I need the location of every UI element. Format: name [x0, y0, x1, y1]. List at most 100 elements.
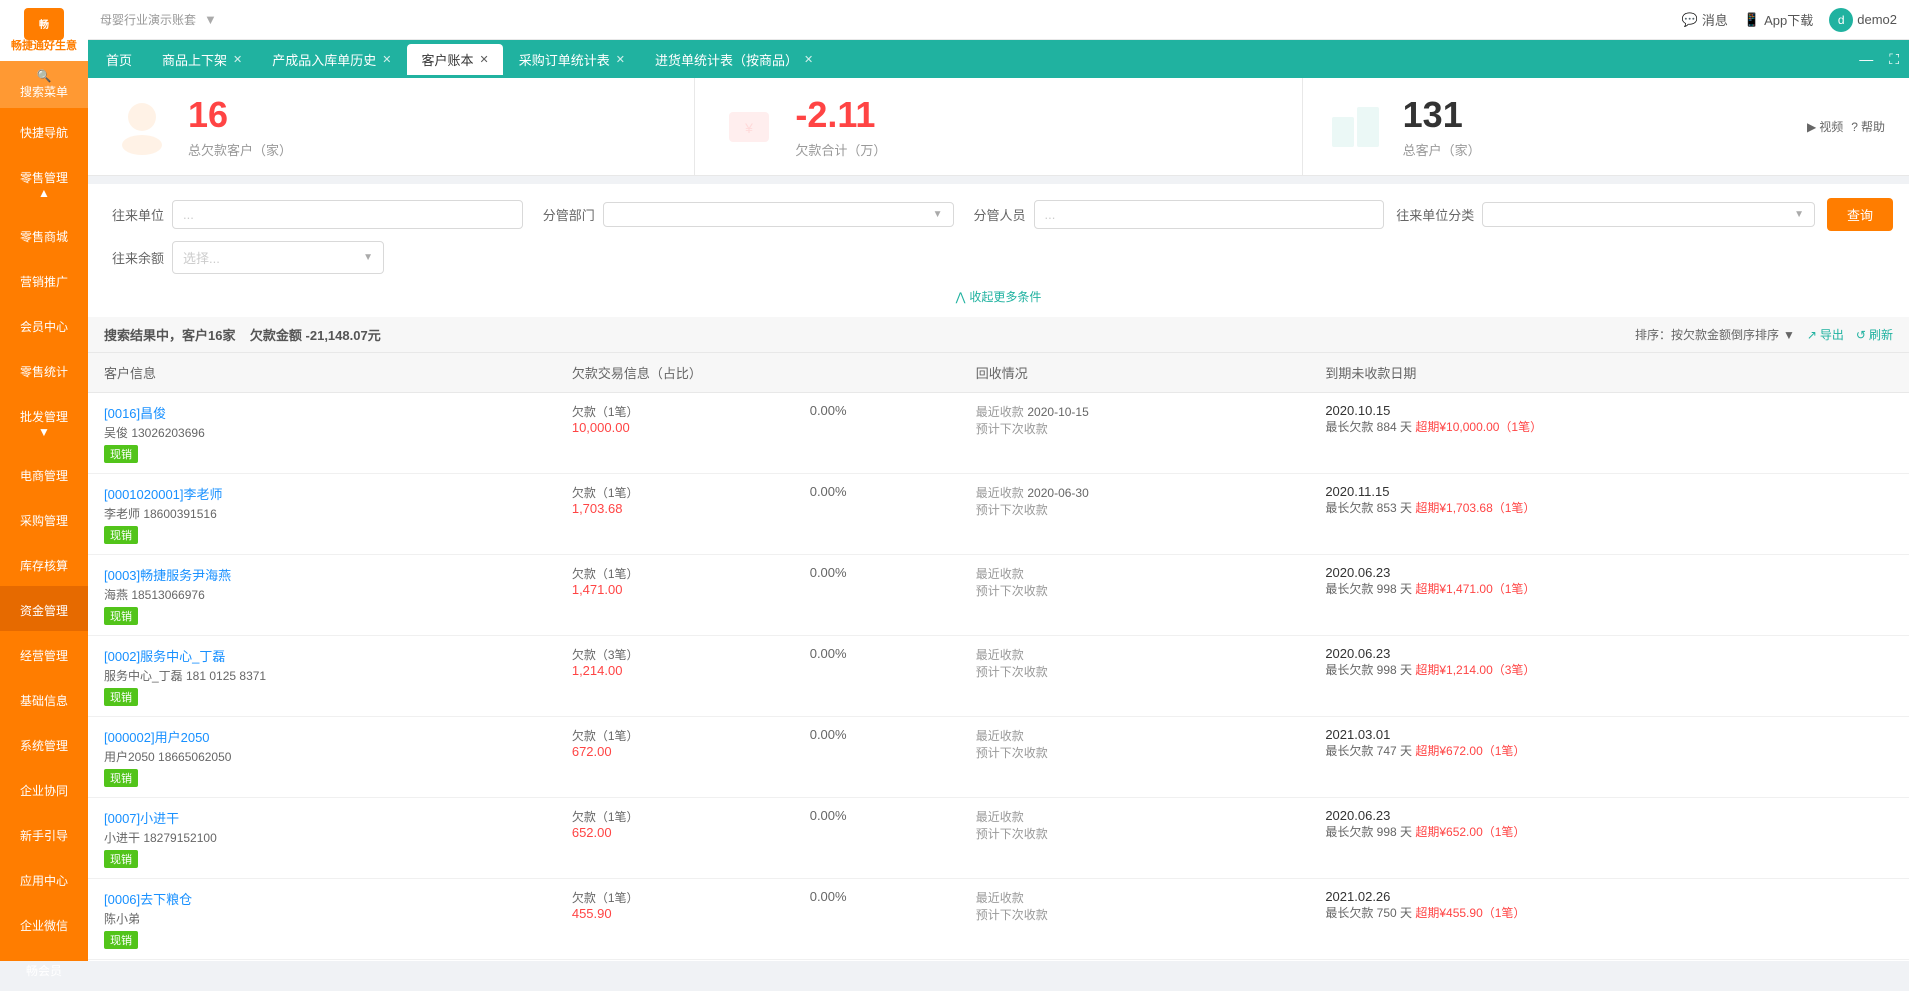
debt-percent-cell: 0.00% [794, 474, 960, 555]
sidebar-item-inventory[interactable]: 库存核算 [0, 541, 88, 586]
sidebar-item-marketing[interactable]: 营销推广 [0, 257, 88, 302]
sidebar-item-purchase-mgmt[interactable]: 采购管理 [0, 496, 88, 541]
sidebar-item-quick-nav[interactable]: 快捷导航 [0, 108, 88, 153]
recover-cell: 最近收款 预计下次收款 [960, 879, 1310, 960]
help-btn[interactable]: ? 帮助 [1851, 118, 1885, 135]
tab-customer-account-close[interactable]: ✕ [480, 53, 489, 66]
overdue-amount[interactable]: 超期¥672.00（1笔） [1415, 744, 1525, 758]
sidebar-item-ecommerce[interactable]: 电商管理 [0, 451, 88, 496]
sidebar: 畅 畅捷通好生意 🔍 搜索菜单 快捷导航 零售管理 ▲ 零售商城 营销推广 会员… [0, 0, 88, 961]
overdue-amount[interactable]: 超期¥10,000.00（1笔） [1415, 420, 1542, 434]
search-label: 搜索菜单 [4, 83, 84, 100]
sidebar-item-retail-stats[interactable]: 零售统计 [0, 347, 88, 392]
overdue-amount[interactable]: 超期¥652.00（1笔） [1415, 825, 1525, 839]
tab-product-off-close[interactable]: ✕ [233, 53, 242, 66]
sidebar-item-retail-store[interactable]: 零售商城 [0, 212, 88, 257]
sidebar-search[interactable]: 🔍 搜索菜单 [0, 61, 88, 108]
last-recover-label: 最近收款 [976, 567, 1024, 581]
col-recover: 回收情况 [960, 353, 1310, 393]
debt-percent: 0.00% [810, 565, 847, 580]
source-unit-input[interactable]: ... [172, 200, 523, 229]
unit-category-select[interactable]: ▼ [1482, 202, 1815, 227]
tab-purchase-summary-close[interactable]: ✕ [616, 53, 625, 66]
user-avatar-btn[interactable]: d demo2 [1829, 8, 1897, 32]
recover-cell: 最近收款 预计下次收款 [960, 555, 1310, 636]
debt-count: 欠款（3笔） [572, 646, 778, 663]
sort-arrow-icon: ▼ [1783, 328, 1795, 342]
person-input[interactable]: ... [1034, 200, 1385, 229]
user-name-label: demo2 [1857, 12, 1897, 27]
sidebar-item-app-center[interactable]: 应用中心 [0, 856, 88, 901]
tab-purchase-by-product-close[interactable]: ✕ [804, 53, 813, 66]
tab-product-off[interactable]: 商品上下架 ✕ [148, 44, 256, 75]
sidebar-item-base-info[interactable]: 基础信息 [0, 676, 88, 721]
play-icon: ▶ [1807, 120, 1816, 134]
recover-cell: 最近收款 2020-10-15 预计下次收款 [960, 393, 1310, 474]
collapse-btn[interactable]: ⋀ 收起更多条件 [104, 284, 1893, 309]
debt-info-cell: 欠款（1笔） 455.90 [556, 879, 794, 960]
search-button[interactable]: 查询 [1827, 198, 1893, 231]
debt-percent-cell: 0.00% [794, 717, 960, 798]
download-icon: 📱 [1744, 12, 1760, 28]
overdue-amount[interactable]: 超期¥1,471.00（1笔） [1415, 582, 1535, 596]
tab-purchase-by-product[interactable]: 进货单统计表（按商品） ✕ [641, 44, 827, 75]
sidebar-item-system-mgmt[interactable]: 系统管理 [0, 721, 88, 766]
overdue-days: 最长欠款 853 天 超期¥1,703.68（1笔） [1325, 499, 1893, 516]
export-icon: ↗ [1807, 328, 1817, 342]
debt-info-cell: 欠款（1笔） 1,703.68 [556, 474, 794, 555]
overdue-amount[interactable]: 超期¥1,703.68（1笔） [1415, 501, 1535, 515]
debt-count: 欠款（1笔） [572, 808, 778, 825]
balance-select[interactable]: 选择... ▼ [172, 241, 384, 274]
dept-select[interactable]: ▼ [603, 202, 954, 227]
customer-name[interactable]: [0003]畅捷服务尹海燕 [104, 565, 540, 584]
tabs-maximize-btn[interactable]: ⛶ [1883, 47, 1905, 72]
due-date: 2020.06.23 [1325, 646, 1893, 661]
sidebar-item-vip-member[interactable]: 畅会员 [0, 946, 88, 991]
topbar-dropdown-icon[interactable]: ▼ [204, 12, 217, 27]
due-date: 2021.03.01 [1325, 727, 1893, 742]
due-date-cell: 2020.10.15 最长欠款 884 天 超期¥10,000.00（1笔） [1309, 393, 1909, 474]
tabs-actions: — ⛶ [1853, 47, 1905, 72]
sidebar-item-business-mgmt[interactable]: 经营管理 [0, 631, 88, 676]
sort-selector[interactable]: 排序：按欠款金额倒序排序 ▼ [1635, 326, 1795, 343]
app-download-btn[interactable]: 📱 App下载 [1744, 10, 1813, 29]
tab-produce-history[interactable]: 产成品入库单历史 ✕ [258, 44, 405, 75]
customer-name[interactable]: [0016]昌俊 [104, 403, 540, 422]
sidebar-item-member-center[interactable]: 会员中心 [0, 302, 88, 347]
message-btn[interactable]: 💬 消息 [1682, 10, 1728, 29]
debt-count: 欠款（1笔） [572, 484, 778, 501]
customer-name[interactable]: [0006]去下粮仓 [104, 889, 540, 908]
recover-cell: 最近收款 2020-06-30 预计下次收款 [960, 474, 1310, 555]
customer-phone: 服务中心_丁磊 181 0125 8371 [104, 667, 540, 684]
view-video-btn[interactable]: ▶ 视频 [1807, 118, 1843, 135]
sidebar-item-finance-mgmt[interactable]: 资金管理 [0, 586, 88, 631]
debt-amount-icon: ¥ [719, 97, 779, 157]
refresh-btn[interactable]: ↺ 刷新 [1856, 326, 1893, 343]
total-customers-label: 总客户（家） [1403, 140, 1481, 159]
sidebar-item-new-guide[interactable]: 新手引导 [0, 811, 88, 856]
tab-produce-history-close[interactable]: ✕ [382, 53, 391, 66]
customer-name[interactable]: [0002]服务中心_丁磊 [104, 646, 540, 665]
overdue-amount[interactable]: 超期¥1,214.00（3笔） [1415, 663, 1535, 677]
debt-amount: 455.90 [572, 906, 778, 921]
due-date-cell: 2020.06.23 最长欠款 998 天 超期¥652.00（1笔） [1309, 798, 1909, 879]
tab-customer-account[interactable]: 客户账本 ✕ [407, 44, 502, 75]
avatar: d [1829, 8, 1853, 32]
customer-name[interactable]: [000002]用户2050 [104, 727, 540, 746]
export-btn[interactable]: ↗ 导出 [1807, 326, 1844, 343]
data-table: 客户信息 欠款交易信息（占比） 回收情况 到期未收款日期 [0016]昌俊 吴俊… [88, 353, 1909, 961]
sidebar-item-enterprise-coop[interactable]: 企业协同 [0, 766, 88, 811]
tabs-restore-btn[interactable]: — [1853, 47, 1879, 72]
overdue-amount[interactable]: 超期¥455.90（1笔） [1415, 906, 1525, 920]
sidebar-item-enterprise-wechat[interactable]: 企业微信 [0, 901, 88, 946]
tab-purchase-summary[interactable]: 采购订单统计表 ✕ [505, 44, 639, 75]
customer-name[interactable]: [0007]小进干 [104, 808, 540, 827]
filter-group-person: 分管人员 ... [966, 200, 1385, 229]
sidebar-item-retail-mgmt[interactable]: 零售管理 ▲ [0, 153, 88, 212]
debt-count: 欠款（1笔） [572, 403, 778, 420]
filter-area: 往来单位 ... 分管部门 ▼ 分管人员 [88, 184, 1909, 317]
sidebar-item-batch-mgmt[interactable]: 批发管理 ▼ [0, 392, 88, 451]
customer-name[interactable]: [0001020001]李老师 [104, 484, 540, 503]
tab-home[interactable]: 首页 [92, 44, 146, 75]
debt-info-cell: 欠款（3笔） 1,214.00 [556, 636, 794, 717]
